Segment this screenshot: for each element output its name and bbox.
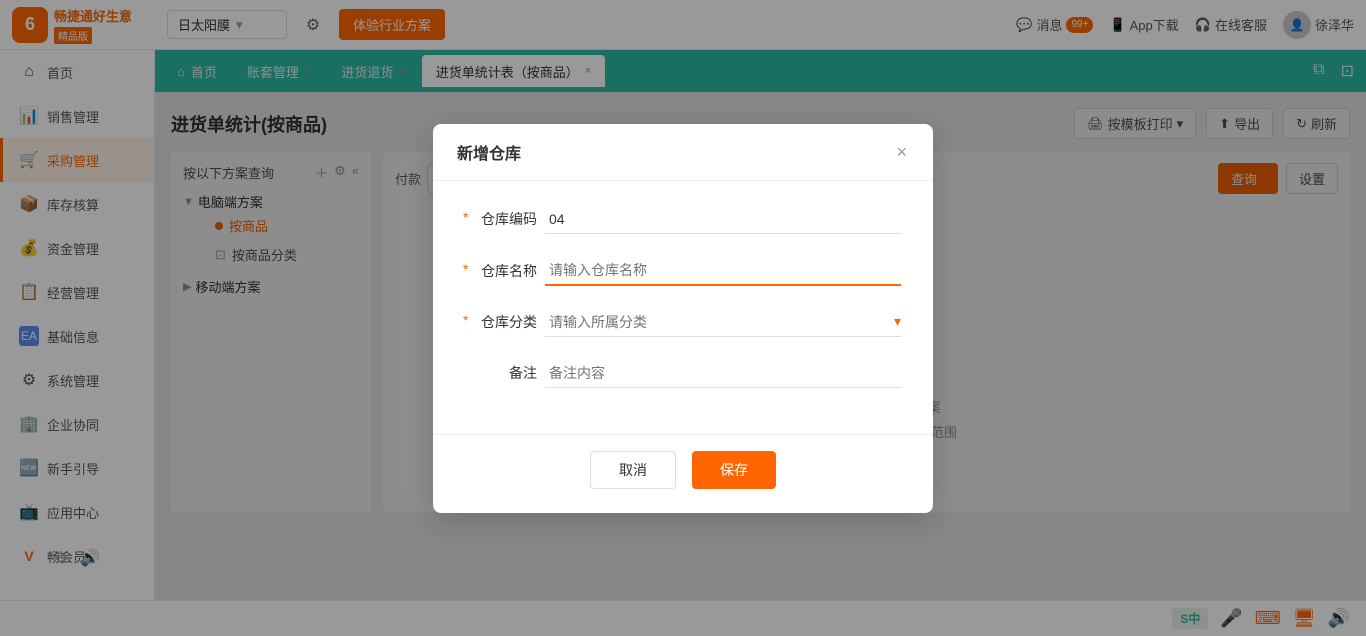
category-select-wrapper: ▾ (545, 308, 901, 337)
add-warehouse-modal: 新增仓库 × 仓库编码 仓库名称 仓库分类 ▾ (433, 124, 933, 513)
modal-title: 新增仓库 (457, 140, 521, 164)
form-row-category: 仓库分类 ▾ (465, 308, 901, 337)
name-input[interactable] (545, 256, 901, 286)
modal-overlay: 新增仓库 × 仓库编码 仓库名称 仓库分类 ▾ (0, 0, 1366, 636)
modal-close-icon[interactable]: × (894, 141, 909, 163)
form-row-name: 仓库名称 (465, 256, 901, 286)
name-label: 仓库名称 (465, 261, 545, 281)
category-input[interactable] (545, 308, 894, 336)
cancel-button[interactable]: 取消 (590, 451, 676, 489)
code-label: 仓库编码 (465, 209, 545, 229)
category-dropdown-icon: ▾ (894, 313, 901, 330)
code-input[interactable] (545, 205, 901, 234)
form-row-remark: 备注 (465, 359, 901, 388)
modal-body: 仓库编码 仓库名称 仓库分类 ▾ 备注 (433, 181, 933, 434)
modal-footer: 取消 保存 (433, 434, 933, 513)
form-row-code: 仓库编码 (465, 205, 901, 234)
remark-label: 备注 (465, 363, 545, 383)
save-button[interactable]: 保存 (692, 451, 776, 489)
modal-header: 新增仓库 × (433, 124, 933, 181)
category-label: 仓库分类 (465, 312, 545, 332)
remark-input[interactable] (545, 359, 901, 388)
